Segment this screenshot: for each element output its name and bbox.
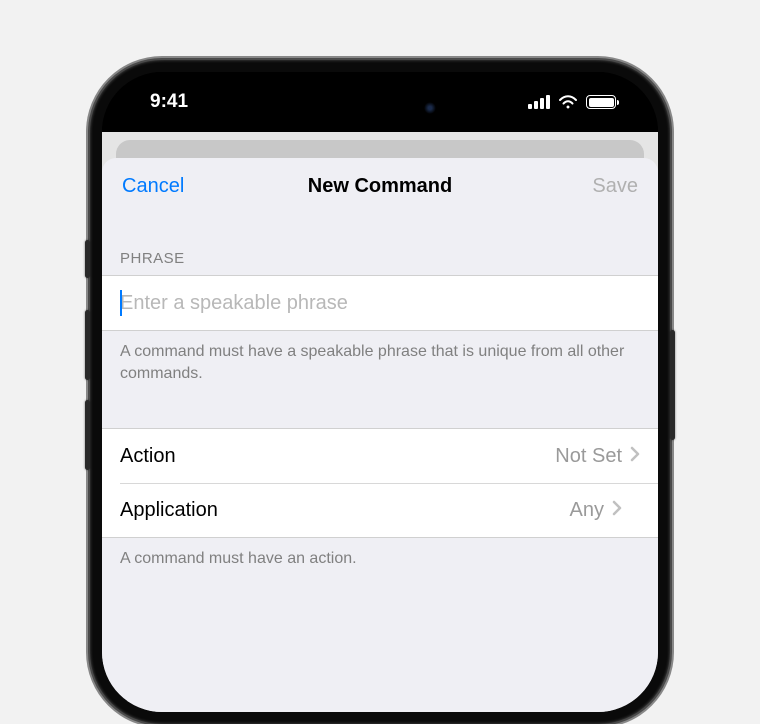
page-title: New Command — [308, 175, 452, 198]
cancel-button[interactable]: Cancel — [122, 175, 184, 198]
content-area: Cancel New Command Save PHRASE A command… — [102, 132, 658, 712]
side-button-power — [670, 330, 675, 440]
application-row[interactable]: Application Any — [120, 483, 658, 537]
action-value: Not Set — [555, 445, 622, 468]
chevron-right-icon — [612, 500, 622, 521]
status-indicators — [528, 95, 616, 110]
settings-cell-group: Action Not Set Application Any — [102, 428, 658, 538]
device-frame: 9:41 C — [90, 60, 670, 724]
phrase-cell-group — [102, 275, 658, 331]
application-value: Any — [570, 499, 604, 522]
phrase-section-header: PHRASE — [102, 214, 658, 275]
status-time: 9:41 — [150, 91, 188, 113]
action-row[interactable]: Action Not Set — [102, 429, 658, 483]
front-camera-icon — [424, 102, 436, 114]
phrase-input[interactable] — [120, 292, 640, 315]
chevron-right-icon — [630, 446, 640, 467]
wifi-icon — [558, 95, 578, 110]
side-button-silent — [85, 240, 90, 278]
save-button[interactable]: Save — [592, 175, 638, 198]
side-button-volume-up — [85, 310, 90, 380]
phrase-input-cell[interactable] — [102, 276, 658, 330]
text-cursor — [120, 290, 122, 316]
modal-sheet: Cancel New Command Save PHRASE A command… — [102, 158, 658, 712]
cellular-signal-icon — [528, 95, 550, 109]
application-label: Application — [120, 499, 218, 522]
dynamic-island — [310, 88, 450, 128]
phrase-section-footer: A command must have a speakable phrase t… — [102, 331, 658, 394]
screen: 9:41 C — [102, 72, 658, 712]
action-section-footer: A command must have an action. — [102, 538, 658, 580]
side-button-volume-down — [85, 400, 90, 470]
navigation-bar: Cancel New Command Save — [102, 158, 658, 214]
battery-icon — [586, 95, 616, 109]
action-label: Action — [120, 445, 176, 468]
